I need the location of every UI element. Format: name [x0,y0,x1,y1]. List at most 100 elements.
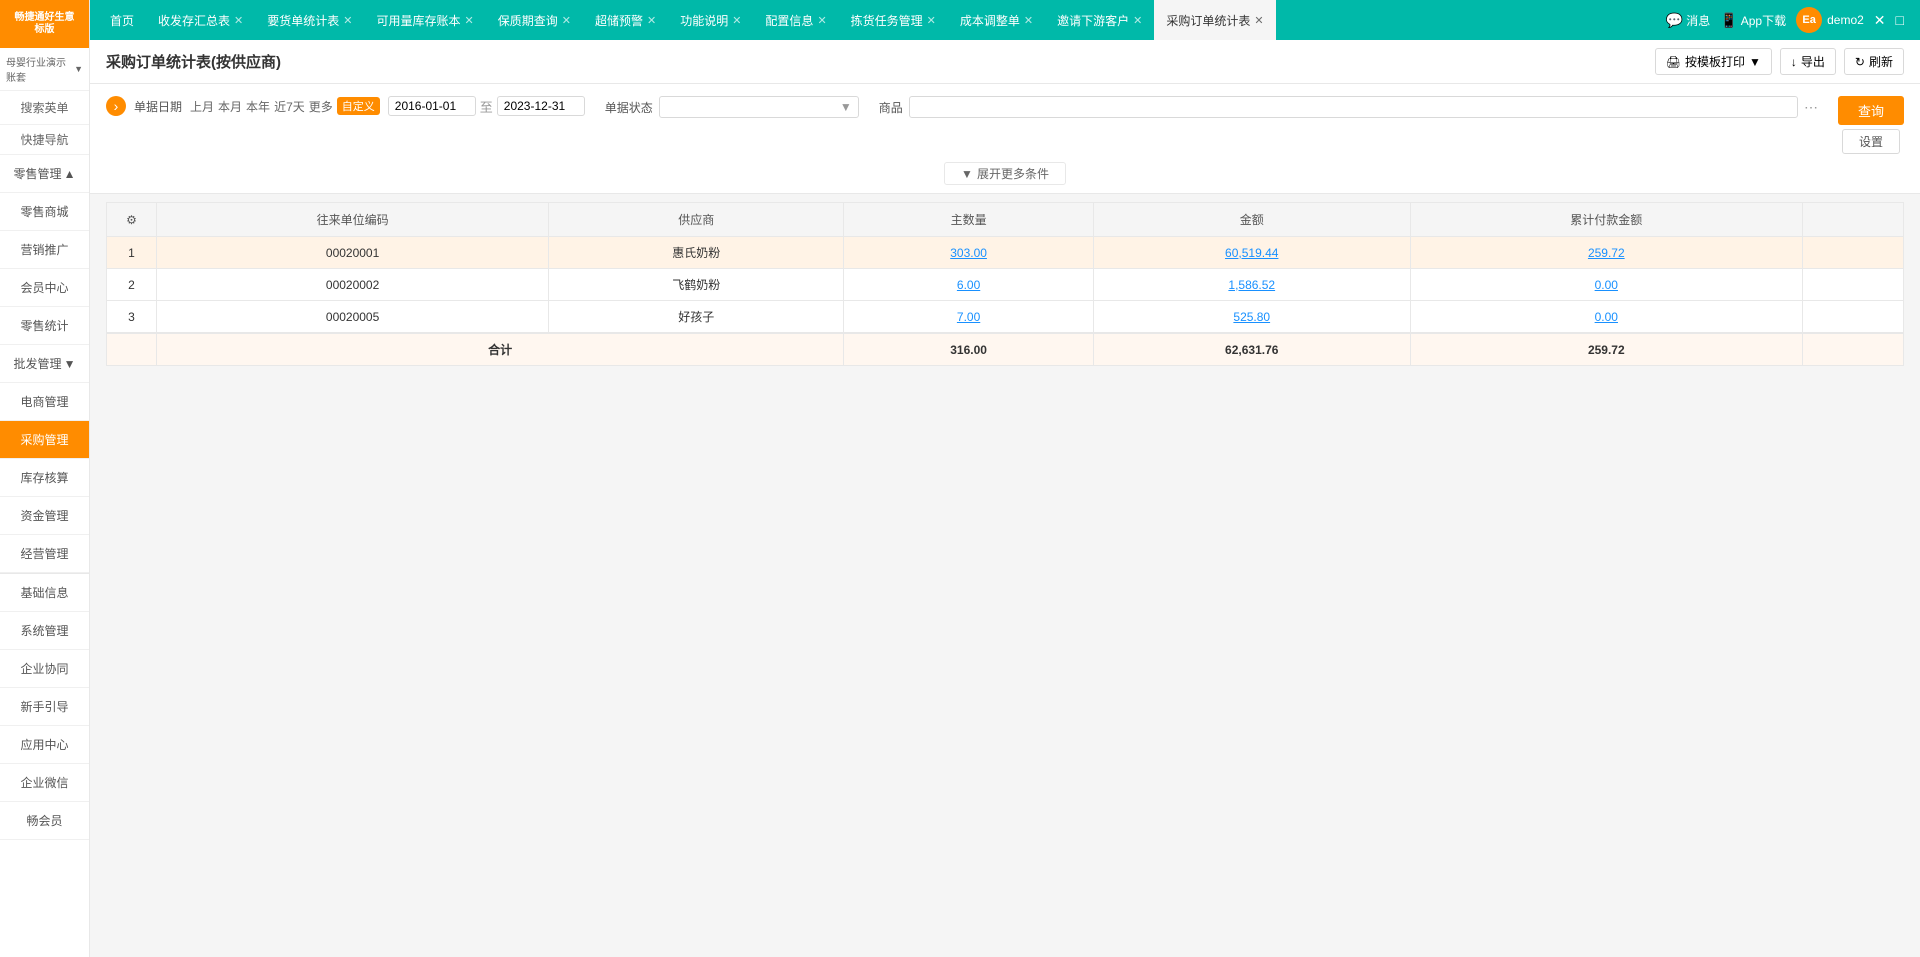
tab-cost-adjust[interactable]: 成本调整单 ✕ [948,0,1045,40]
tab-close-icon-2[interactable]: ✕ [343,14,352,27]
shortcut-7days[interactable]: 近7天 [274,98,305,115]
query-btn[interactable]: 查询 [1838,96,1904,125]
user-menu[interactable]: Ea demo2 [1796,7,1864,33]
sidebar-item-retail-stats[interactable]: 零售统计 [0,307,89,345]
cell-amount-3[interactable]: 525.80 [1093,301,1410,334]
tab-close-icon-9[interactable]: ✕ [1024,14,1033,27]
tab-close-icon-3[interactable]: ✕ [465,14,474,27]
tab-invite-downstream[interactable]: 邀请下游客户 ✕ [1045,0,1154,40]
footer-empty-2 [1802,333,1903,366]
shortcut-more[interactable]: 更多 [309,98,333,115]
date-range-picker[interactable]: 至 [388,96,585,116]
dropdown-arrow: ▼ [1749,55,1761,69]
sidebar-item-system[interactable]: 系统管理 [0,612,89,650]
cell-qty-3[interactable]: 7.00 [844,301,1093,334]
sidebar-item-marketing[interactable]: 营销推广 [0,231,89,269]
template-print-btn[interactable]: 🖨 按模板打印 ▼ [1655,48,1772,75]
arrow-icon-2: ▼ [64,357,76,371]
sidebar-item-search[interactable]: 搜索英单 [0,91,89,125]
dropdown-arrow-icon: ▼ [74,64,83,74]
message-btn[interactable]: 💬 消息 [1666,12,1710,29]
tab-close-icon-4[interactable]: ✕ [562,14,571,27]
export-btn[interactable]: ↓ 导出 [1780,48,1836,75]
action-buttons: 查询 设置 [1838,96,1904,154]
cell-qty-1[interactable]: 303.00 [844,237,1093,269]
sidebar-item-enterprise[interactable]: 企业协同 [0,650,89,688]
sidebar-item-inventory[interactable]: 库存核算 [0,459,89,497]
date-to-input[interactable] [497,96,585,116]
custom-badge: 自定义 [337,97,380,115]
tab-close-icon[interactable]: ✕ [234,14,243,27]
tab-order-summary[interactable]: 要货单统计表 ✕ [255,0,364,40]
table-footer-row: 合计 316.00 62,631.76 259.72 [107,333,1904,366]
tab-receive-summary[interactable]: 收发存汇总表 ✕ [146,0,255,40]
status-select[interactable]: ▼ [659,96,859,118]
tab-config-info[interactable]: 配置信息 ✕ [753,0,838,40]
sidebar-item-purchase[interactable]: 采购管理 [0,421,89,459]
shortcut-this-year[interactable]: 本年 [246,98,270,115]
tab-close-icon-6[interactable]: ✕ [732,14,741,27]
settings-gear-icon[interactable]: ⚙ [126,213,137,227]
tab-close-icon-11[interactable]: ✕ [1254,14,1263,27]
page-title: 采购订单统计表(按供应商) [106,51,281,72]
footer-quantity: 316.00 [844,333,1093,366]
sidebar-item-basics[interactable]: 基础信息 [0,573,89,612]
cell-supplier-1: 惠氏奶粉 [549,237,844,269]
shortcut-this-month[interactable]: 本月 [218,98,242,115]
tab-close-icon-10[interactable]: ✕ [1133,14,1142,27]
tab-close-icon-7[interactable]: ✕ [817,14,826,27]
sidebar-item-wholesale[interactable]: 批发管理 ▼ [0,345,89,383]
tab-available-stock[interactable]: 可用量库存账本 ✕ [364,0,485,40]
tab-func-desc[interactable]: 功能说明 ✕ [668,0,753,40]
cell-paid-2[interactable]: 0.00 [1410,269,1802,301]
app-download-btn[interactable]: 📱 App下载 [1720,12,1786,29]
footer-label: 合计 [157,333,844,366]
sidebar-item-ecommerce[interactable]: 电商管理 [0,383,89,421]
refresh-icon: ↻ [1855,55,1865,69]
cell-amount-1[interactable]: 60,519.44 [1093,237,1410,269]
sidebar-item-vip[interactable]: 畅会员 [0,802,89,840]
sidebar-item-finance[interactable]: 资金管理 [0,497,89,535]
page-content: 采购订单统计表(按供应商) 🖨 按模板打印 ▼ ↓ 导出 ↻ 刷新 [90,40,1920,957]
cell-supplier-3: 好孩子 [549,301,844,334]
sidebar-item-quick-nav[interactable]: 快捷导航 [0,125,89,155]
export-icon: ↓ [1791,55,1797,69]
account-dropdown[interactable]: 母婴行业演示账套 ▼ [0,48,89,91]
tab-home[interactable]: 首页 [98,0,146,40]
date-label: 单据日期 [134,98,182,115]
sidebar-item-operations[interactable]: 经营管理 [0,535,89,573]
cell-amount-2[interactable]: 1,586.52 [1093,269,1410,301]
table-wrapper: ⚙ 往来单位编码 供应商 主数量 金额 累计付款金额 1 [90,194,1920,957]
refresh-btn[interactable]: ↻ 刷新 [1844,48,1904,75]
shortcut-last-month[interactable]: 上月 [190,98,214,115]
cell-qty-2[interactable]: 6.00 [844,269,1093,301]
cell-paid-3[interactable]: 0.00 [1410,301,1802,334]
footer-amount: 62,631.76 [1093,333,1410,366]
cell-supplier-2: 飞鹤奶粉 [549,269,844,301]
tab-overstock[interactable]: 超储预警 ✕ [583,0,668,40]
settings-btn[interactable]: 设置 [1842,129,1900,154]
goods-filter: 商品 ⋯ [879,96,1818,118]
goods-input[interactable] [909,96,1798,118]
date-from-input[interactable] [388,96,476,116]
tab-pick-task[interactable]: 拣货任务管理 ✕ [839,0,948,40]
tab-shelf-life[interactable]: 保质期查询 ✕ [486,0,583,40]
sidebar-item-retail-mgmt[interactable]: 零售管理 ▲ [0,155,89,193]
sidebar-item-wechat[interactable]: 企业微信 [0,764,89,802]
goods-more-icon[interactable]: ⋯ [1804,99,1818,116]
cell-empty-2 [1802,269,1903,301]
cell-paid-1[interactable]: 259.72 [1410,237,1802,269]
sidebar-item-retail-shop[interactable]: 零售商城 [0,193,89,231]
sidebar-item-member[interactable]: 会员中心 [0,269,89,307]
topbar-right: 💬 消息 📱 App下载 Ea demo2 ✕ □ [1666,7,1912,33]
close-window-btn[interactable]: ✕ [1874,12,1886,29]
filter-row: › 单据日期 上月 本月 本年 近7天 更多 自定义 至 [106,96,1904,154]
sidebar-item-newbie[interactable]: 新手引导 [0,688,89,726]
sidebar-item-app-center[interactable]: 应用中心 [0,726,89,764]
maximize-window-btn[interactable]: □ [1896,12,1904,28]
tab-close-icon-5[interactable]: ✕ [647,14,656,27]
tab-purchase-order-stats[interactable]: 采购订单统计表 ✕ [1154,0,1275,40]
expand-conditions-btn[interactable]: ▼ 展开更多条件 [944,162,1066,185]
collapse-btn[interactable]: › [106,96,126,116]
tab-close-icon-8[interactable]: ✕ [927,14,936,27]
